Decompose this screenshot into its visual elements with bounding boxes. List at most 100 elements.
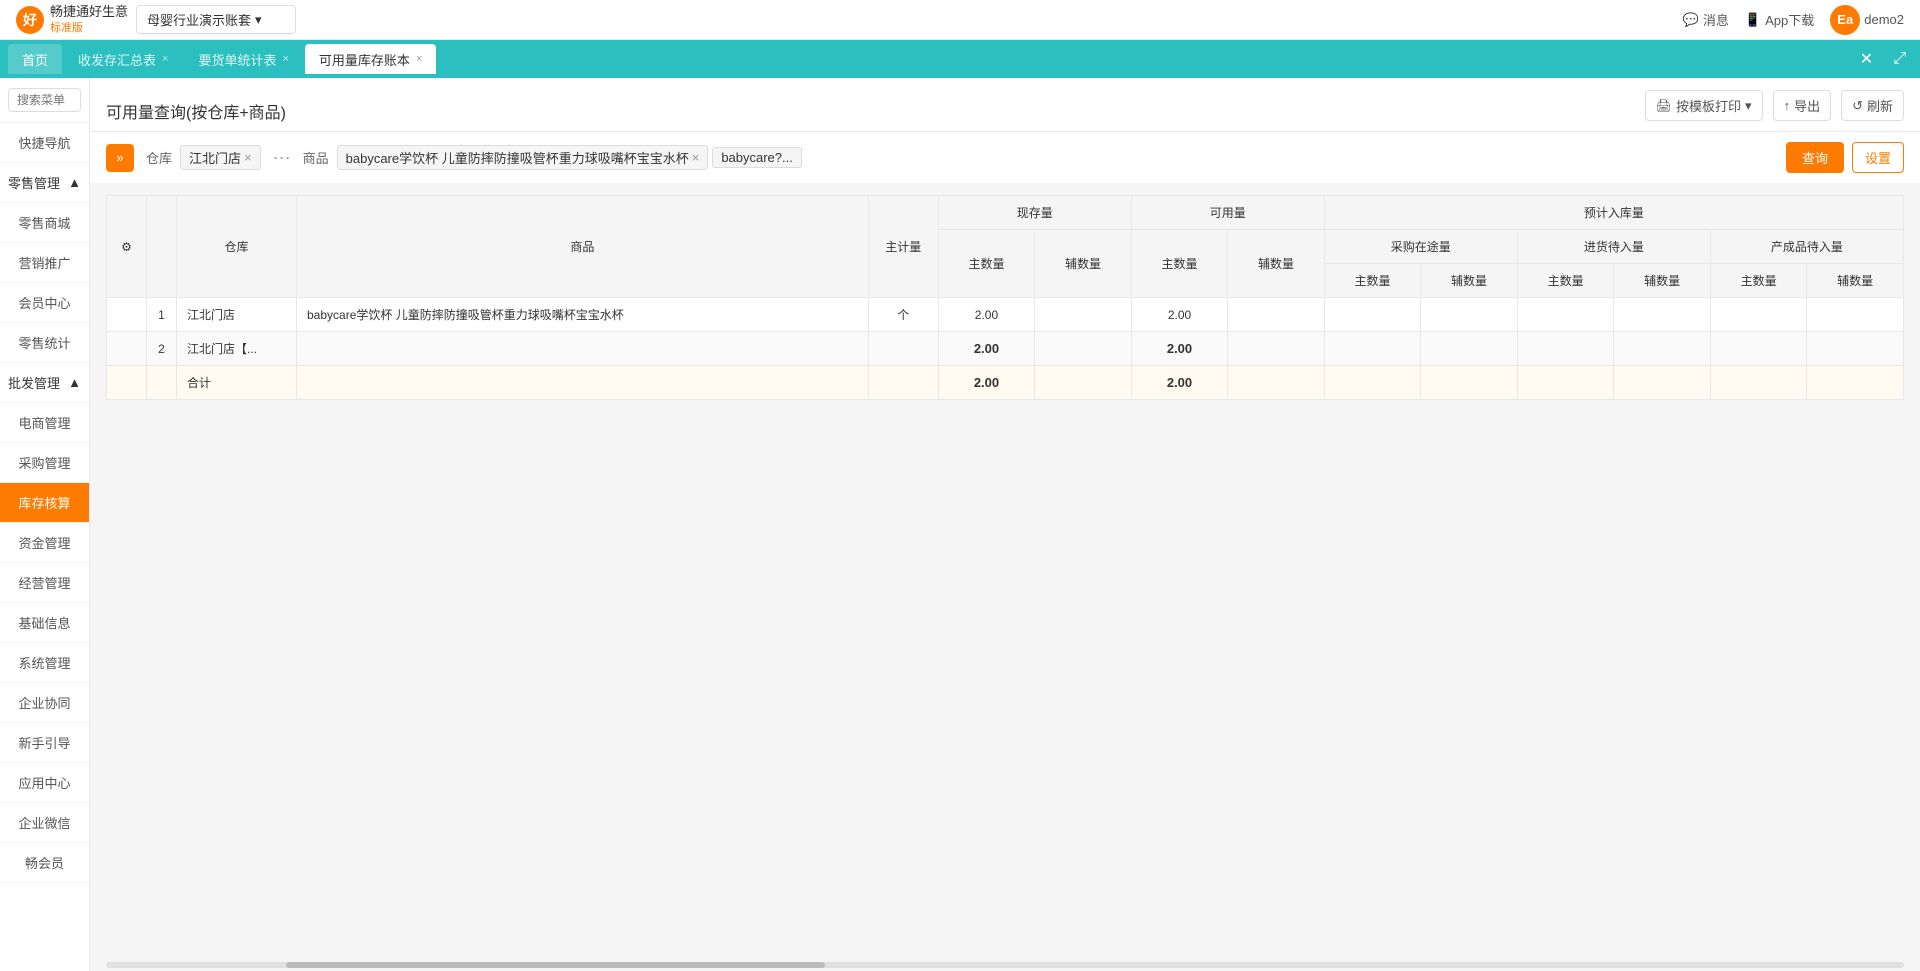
tab-maximize[interactable]: ⤢ [1887, 48, 1912, 70]
th-current-main-qty: 主数量 [938, 230, 1035, 298]
tab-close-orders[interactable]: × [282, 53, 288, 65]
refresh-button[interactable]: ↺ 刷新 [1841, 90, 1904, 121]
horizontal-scrollbar[interactable] [90, 959, 1920, 971]
th-available-aux-qty: 辅数量 [1228, 230, 1325, 298]
sidebar-item-new-guide[interactable]: 新手引导 [0, 723, 89, 763]
product-tag-remove-0[interactable]: × [692, 150, 700, 165]
sidebar-item-app-center[interactable]: 应用中心 [0, 763, 89, 803]
filter-area: » 仓库 江北门店 × ··· 商品 babycare学饮杯 儿童防摔防撞吸管杯… [90, 132, 1920, 183]
export-button[interactable]: ↑ 导出 [1773, 90, 1832, 121]
th-goods-main-qty: 主数量 [1517, 264, 1614, 298]
filter-toggle-button[interactable]: » [106, 144, 134, 172]
cell-settings [107, 298, 147, 332]
avatar: Ea [1830, 5, 1860, 35]
sidebar-item-operations[interactable]: 经营管理 [0, 563, 89, 603]
sidebar-item-purchase-mgmt[interactable]: 采购管理 [0, 443, 89, 483]
user-menu[interactable]: Ea demo2 [1830, 5, 1904, 35]
sidebar-item-member[interactable]: 畅会员 [0, 843, 89, 883]
th-goods-aux-qty: 辅数量 [1614, 264, 1711, 298]
warehouse-tag-0[interactable]: 江北门店 × [180, 145, 261, 170]
sidebar-item-system-mgmt[interactable]: 系统管理 [0, 643, 89, 683]
page-header-actions: 🖨 按模板打印 ▾ ↑ 导出 ↺ 刷新 [1645, 90, 1905, 131]
top-bar-left: 好 畅捷通好生意 标准版 母婴行业演示账套 ▾ [16, 4, 296, 35]
cell-row-num-2: 2 [147, 332, 177, 366]
scrollbar-track [106, 962, 1904, 968]
th-current-aux-qty: 辅数量 [1035, 230, 1132, 298]
th-warehouse: 仓库 [177, 196, 297, 298]
cell-goods-main-qty [1517, 298, 1614, 332]
th-purchase-aux-qty: 辅数量 [1421, 264, 1518, 298]
sidebar: 快捷导航 零售管理 ▲ 零售商城 营销推广 会员中心 零售统计 批发管理 ▲ 电… [0, 78, 90, 971]
sidebar-item-ecommerce[interactable]: 电商管理 [0, 403, 89, 443]
th-prod-main-qty: 主数量 [1710, 264, 1807, 298]
export-icon: ↑ [1784, 98, 1791, 113]
sidebar-item-marketing[interactable]: 营销推广 [0, 243, 89, 283]
settings-button[interactable]: 设置 [1852, 142, 1904, 173]
cell-available-aux-qty-2 [1228, 332, 1325, 366]
sidebar-item-finance[interactable]: 资金管理 [0, 523, 89, 563]
print-icon: 🖨 [1656, 98, 1673, 114]
sidebar-item-enterprise-wechat[interactable]: 企业微信 [0, 803, 89, 843]
total-row: 合计 2.00 2.00 [107, 366, 1904, 400]
app-download-button[interactable]: 📱 App下载 [1745, 10, 1814, 29]
sidebar-search-area [0, 78, 89, 123]
product-filter-label: 商品 [303, 148, 329, 167]
th-expected-in-group: 预计入库量 [1324, 196, 1903, 230]
sidebar-item-retail-mgmt[interactable]: 零售管理 ▲ [0, 163, 89, 203]
refresh-icon: ↺ [1852, 98, 1863, 114]
sidebar-item-member-center[interactable]: 会员中心 [0, 283, 89, 323]
cell-prod-aux-qty-2 [1807, 332, 1904, 366]
top-bar-right: 💬 消息 📱 App下载 Ea demo2 [1683, 5, 1904, 35]
th-prod-aux-qty: 辅数量 [1807, 264, 1904, 298]
sidebar-item-retail-stats[interactable]: 零售统计 [0, 323, 89, 363]
tab-close-all[interactable]: ✕ [1854, 47, 1879, 71]
query-button[interactable]: 查询 [1786, 142, 1844, 173]
cell-main-unit-2 [868, 332, 938, 366]
total-prod-main-qty [1710, 366, 1807, 400]
product-tag-0[interactable]: babycare学饮杯 儿童防摔防撞吸管杯重力球吸嘴杯宝宝水杯 × [337, 145, 709, 170]
total-goods-aux-qty [1614, 366, 1711, 400]
warehouse-tags: 江北门店 × [180, 145, 261, 170]
product-filter-group: 商品 babycare学饮杯 儿童防摔防撞吸管杯重力球吸嘴杯宝宝水杯 × bab… [303, 145, 802, 170]
scrollbar-thumb[interactable] [286, 962, 825, 968]
cell-goods-aux-qty [1614, 298, 1711, 332]
search-input[interactable] [8, 88, 81, 112]
cell-row-num: 1 [147, 298, 177, 332]
tab-orders[interactable]: 要货单统计表 × [184, 44, 302, 74]
sidebar-item-quick-nav[interactable]: 快捷导航 [0, 123, 89, 163]
content-area: 可用量查询(按仓库+商品) 🖨 按模板打印 ▾ ↑ 导出 ↺ 刷新 [90, 78, 1920, 971]
sidebar-item-wholesale-mgmt[interactable]: 批发管理 ▲ [0, 363, 89, 403]
template-print-button[interactable]: 🖨 按模板打印 ▾ [1645, 90, 1763, 121]
table-wrapper: ⚙ 仓库 商品 主计量 现存量 可用量 预计入库量 主数量 辅数量 主数量 辅数… [90, 183, 1920, 959]
tab-receipts[interactable]: 收发存汇总表 × [64, 44, 182, 74]
total-unit [868, 366, 938, 400]
chevron-down-icon-2: ▾ [1745, 98, 1752, 114]
message-button[interactable]: 💬 消息 [1683, 10, 1729, 29]
tab-close-inventory[interactable]: × [416, 53, 422, 65]
tab-inventory[interactable]: 可用量库存账本 × [305, 44, 436, 74]
total-settings [107, 366, 147, 400]
total-current-main-qty: 2.00 [938, 366, 1035, 400]
message-icon: 💬 [1683, 12, 1699, 28]
sidebar-item-basic-info[interactable]: 基础信息 [0, 603, 89, 643]
warehouse-tag-remove-0[interactable]: × [244, 150, 252, 165]
inventory-table: ⚙ 仓库 商品 主计量 现存量 可用量 预计入库量 主数量 辅数量 主数量 辅数… [106, 195, 1904, 400]
total-prod-aux-qty [1807, 366, 1904, 400]
cell-prod-main-qty-2 [1710, 332, 1807, 366]
sidebar-item-enterprise[interactable]: 企业协同 [0, 683, 89, 723]
sidebar-item-retail-mall[interactable]: 零售商城 [0, 203, 89, 243]
product-tag-1[interactable]: babycare?... [712, 147, 802, 168]
total-goods-main-qty [1517, 366, 1614, 400]
chevron-down-icon: ▾ [255, 12, 262, 28]
industry-selector[interactable]: 母婴行业演示账套 ▾ [136, 5, 296, 34]
total-purchase-aux-qty [1421, 366, 1518, 400]
tab-close-receipts[interactable]: × [162, 53, 168, 65]
tab-bar-actions: ✕ ⤢ [1854, 47, 1912, 71]
total-label: 合计 [177, 366, 297, 400]
cell-prod-main-qty [1710, 298, 1807, 332]
filter-more-icon[interactable]: ··· [273, 147, 291, 168]
th-goods-pending-group: 进货待入量 [1517, 230, 1710, 264]
th-production-pending-group: 产成品待入量 [1710, 230, 1903, 264]
tab-home[interactable]: 首页 [8, 44, 62, 74]
sidebar-item-inventory-check[interactable]: 库存核算 [0, 483, 89, 523]
